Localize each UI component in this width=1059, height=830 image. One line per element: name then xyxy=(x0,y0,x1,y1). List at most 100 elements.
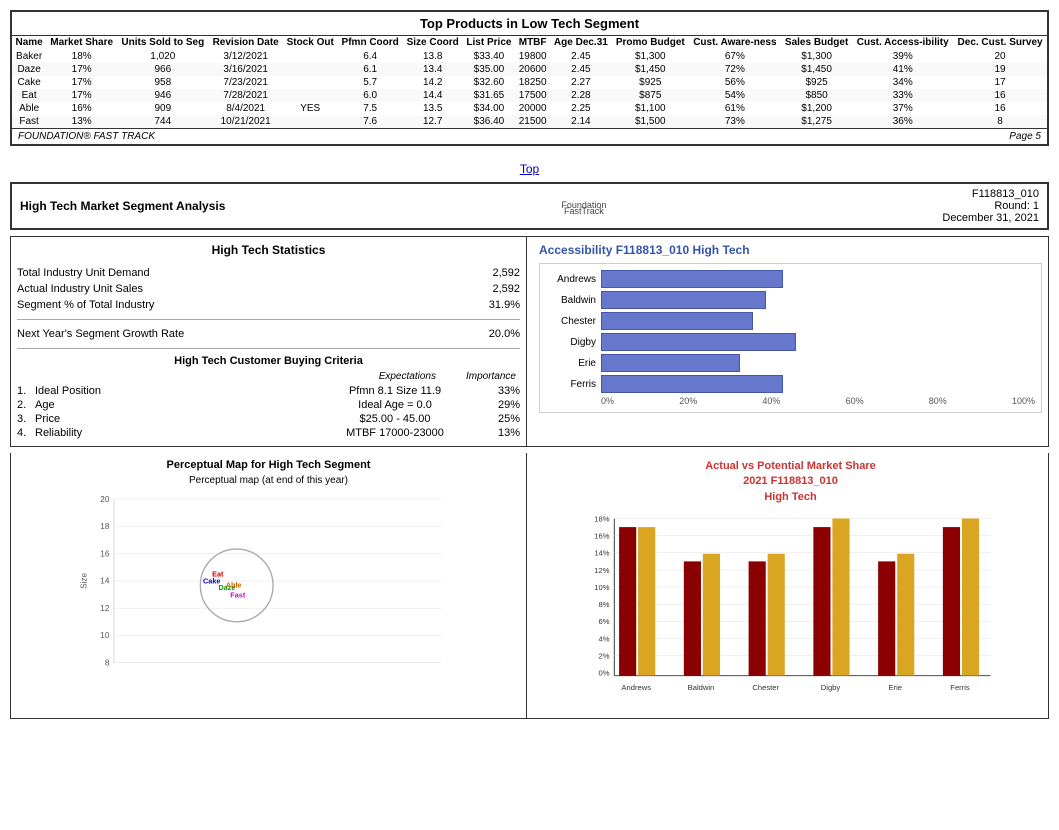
col-units: Units Sold to Seg xyxy=(117,36,208,50)
products-table: Name Market Share Units Sold to Seg Revi… xyxy=(12,36,1047,128)
col-survey: Dec. Cust. Survey xyxy=(953,36,1047,50)
criteria-item: 3.Price$25.00 - 45.0025% xyxy=(17,412,520,426)
bar-chester-actual xyxy=(749,562,766,676)
header-round: Round: 1 xyxy=(942,200,1039,212)
criteria-item: 2.AgeIdeal Age = 0.029% xyxy=(17,398,520,412)
svg-text:16: 16 xyxy=(100,549,110,558)
svg-text:14: 14 xyxy=(100,577,110,586)
growth-value: 20.0% xyxy=(489,328,520,340)
accessibility-bar-row: Digby xyxy=(546,333,1035,351)
perceptual-map-panel: Perceptual Map for High Tech Segment Per… xyxy=(11,453,527,718)
svg-text:18: 18 xyxy=(100,522,110,531)
svg-text:8: 8 xyxy=(105,658,110,667)
header-right: F118813_010 Round: 1 December 31, 2021 xyxy=(942,188,1039,224)
svg-text:10: 10 xyxy=(100,631,110,640)
svg-text:Fast: Fast xyxy=(230,590,246,599)
stat-row: Actual Industry Unit Sales2,592 xyxy=(17,281,520,297)
bar-digby-potential xyxy=(832,519,849,676)
criteria-rows: 1.Ideal PositionPfmn 8.1 Size 11.933%2.A… xyxy=(17,384,520,440)
col-size: Size Coord xyxy=(403,36,463,50)
bar-ferris-actual xyxy=(943,527,960,676)
top-link[interactable]: Top xyxy=(520,162,539,176)
svg-text:Size: Size xyxy=(80,573,89,589)
table-header-row: Name Market Share Units Sold to Seg Revi… xyxy=(12,36,1047,50)
col-promo: Promo Budget xyxy=(612,36,689,50)
bar-baldwin-potential xyxy=(703,554,720,676)
market-title-3: High Tech xyxy=(539,490,1042,505)
col-awareness: Cust. Aware-ness xyxy=(689,36,781,50)
accessibility-bar-row: Erie xyxy=(546,354,1035,372)
growth-row: Next Year's Segment Growth Rate 20.0% xyxy=(17,326,520,342)
stats-divider2 xyxy=(17,348,520,349)
svg-text:18%: 18% xyxy=(594,515,609,524)
criteria-header-expect: Expectations xyxy=(379,371,436,382)
perceptual-map-svg: 20 18 16 14 12 10 8 Size Eat xyxy=(17,490,520,690)
table-row: Fast13%74410/21/20217.612.7$36.40215002.… xyxy=(12,115,1047,128)
col-name: Name xyxy=(12,36,46,50)
bar-erie-actual xyxy=(878,562,895,676)
bar-andrews-potential xyxy=(638,527,655,676)
svg-text:Able: Able xyxy=(226,580,242,589)
criteria-header-importance: Importance xyxy=(466,371,516,382)
header-id: F118813_010 xyxy=(942,188,1039,200)
bar-andrews-actual xyxy=(619,527,636,676)
criteria-header: Expectations Importance xyxy=(17,371,520,382)
fasttrack-header: High Tech Market Segment Analysis Founda… xyxy=(10,182,1049,230)
footer-right: Page 5 xyxy=(1009,131,1041,142)
table-row: Baker18%1,0203/12/20216.413.8$33.4019800… xyxy=(12,50,1047,63)
svg-text:14%: 14% xyxy=(594,549,609,558)
accessibility-chart-title: Accessibility F118813_010 High Tech xyxy=(539,243,1042,257)
accessibility-bar-row: Chester xyxy=(546,312,1035,330)
col-market-share: Market Share xyxy=(46,36,117,50)
main-content-area: High Tech Statistics Total Industry Unit… xyxy=(10,236,1049,447)
bottom-content-area: Perceptual Map for High Tech Segment Per… xyxy=(10,453,1049,719)
col-price: List Price xyxy=(463,36,516,50)
right-chart-panel: Accessibility F118813_010 High Tech Andr… xyxy=(533,237,1048,446)
market-title-1: Actual vs Potential Market Share xyxy=(539,459,1042,474)
market-share-panel: Actual vs Potential Market Share 2021 F1… xyxy=(533,453,1048,718)
growth-label: Next Year's Segment Growth Rate xyxy=(17,328,184,340)
accessibility-bar-row: Andrews xyxy=(546,270,1035,288)
svg-text:10%: 10% xyxy=(594,583,609,592)
footer-left: FOUNDATION® FAST TRACK xyxy=(18,131,155,142)
svg-text:12%: 12% xyxy=(594,566,609,575)
perceptual-subtitle: Perceptual map (at end of this year) xyxy=(17,475,520,486)
table-row: Daze17%9663/16/20216.113.4$35.00206002.4… xyxy=(12,63,1047,76)
stat-row: Total Industry Unit Demand2,592 xyxy=(17,265,520,281)
svg-text:16%: 16% xyxy=(594,532,609,541)
svg-text:2%: 2% xyxy=(599,652,610,661)
accessibility-bar-chart: Andrews Baldwin Chester Digby Erie xyxy=(539,263,1042,413)
svg-text:Andrews: Andrews xyxy=(621,683,651,692)
svg-text:Digby: Digby xyxy=(821,683,841,692)
perceptual-title: Perceptual Map for High Tech Segment xyxy=(17,459,520,471)
bar-digby-actual xyxy=(813,527,830,676)
segment-title: High Tech Market Segment Analysis xyxy=(20,199,225,213)
col-mtbf: MTBF xyxy=(515,36,550,50)
col-stock: Stock Out xyxy=(283,36,338,50)
bar-axis: 0% 20% 40% 60% 80% 100% xyxy=(546,396,1035,406)
svg-text:8%: 8% xyxy=(599,600,610,609)
market-share-svg: 18% 16% 14% 12% 10% 8% 6% 4% 2% 0% xyxy=(539,509,1042,709)
accessibility-bar-row: Ferris xyxy=(546,375,1035,393)
fasttrack-logo: Foundation FastTrack xyxy=(561,200,606,212)
stats-rows: Total Industry Unit Demand2,592Actual In… xyxy=(17,265,520,313)
top-products-title: Top Products in Low Tech Segment xyxy=(12,12,1047,36)
table-row: Able16%9098/4/2021YES7.513.5$34.00200002… xyxy=(12,102,1047,115)
svg-text:12: 12 xyxy=(100,604,110,613)
stats-divider xyxy=(17,319,520,320)
svg-text:6%: 6% xyxy=(599,617,610,626)
top-products-section: Top Products in Low Tech Segment Name Ma… xyxy=(10,10,1049,146)
table-footer: FOUNDATION® FAST TRACK Page 5 xyxy=(12,128,1047,144)
svg-text:0%: 0% xyxy=(599,669,610,678)
svg-text:20: 20 xyxy=(100,495,110,504)
table-row: Cake17%9587/23/20215.714.2$32.60182502.2… xyxy=(12,76,1047,89)
svg-text:4%: 4% xyxy=(599,635,610,644)
col-revision: Revision Date xyxy=(209,36,283,50)
top-link-section: Top xyxy=(10,156,1049,182)
stat-row: Segment % of Total Industry31.9% xyxy=(17,297,520,313)
stats-panel-title: High Tech Statistics xyxy=(17,243,520,257)
svg-text:Chester: Chester xyxy=(752,683,779,692)
svg-text:Baldwin: Baldwin xyxy=(688,683,715,692)
criteria-title: High Tech Customer Buying Criteria xyxy=(17,355,520,367)
products-tbody: Baker18%1,0203/12/20216.413.8$33.4019800… xyxy=(12,50,1047,128)
